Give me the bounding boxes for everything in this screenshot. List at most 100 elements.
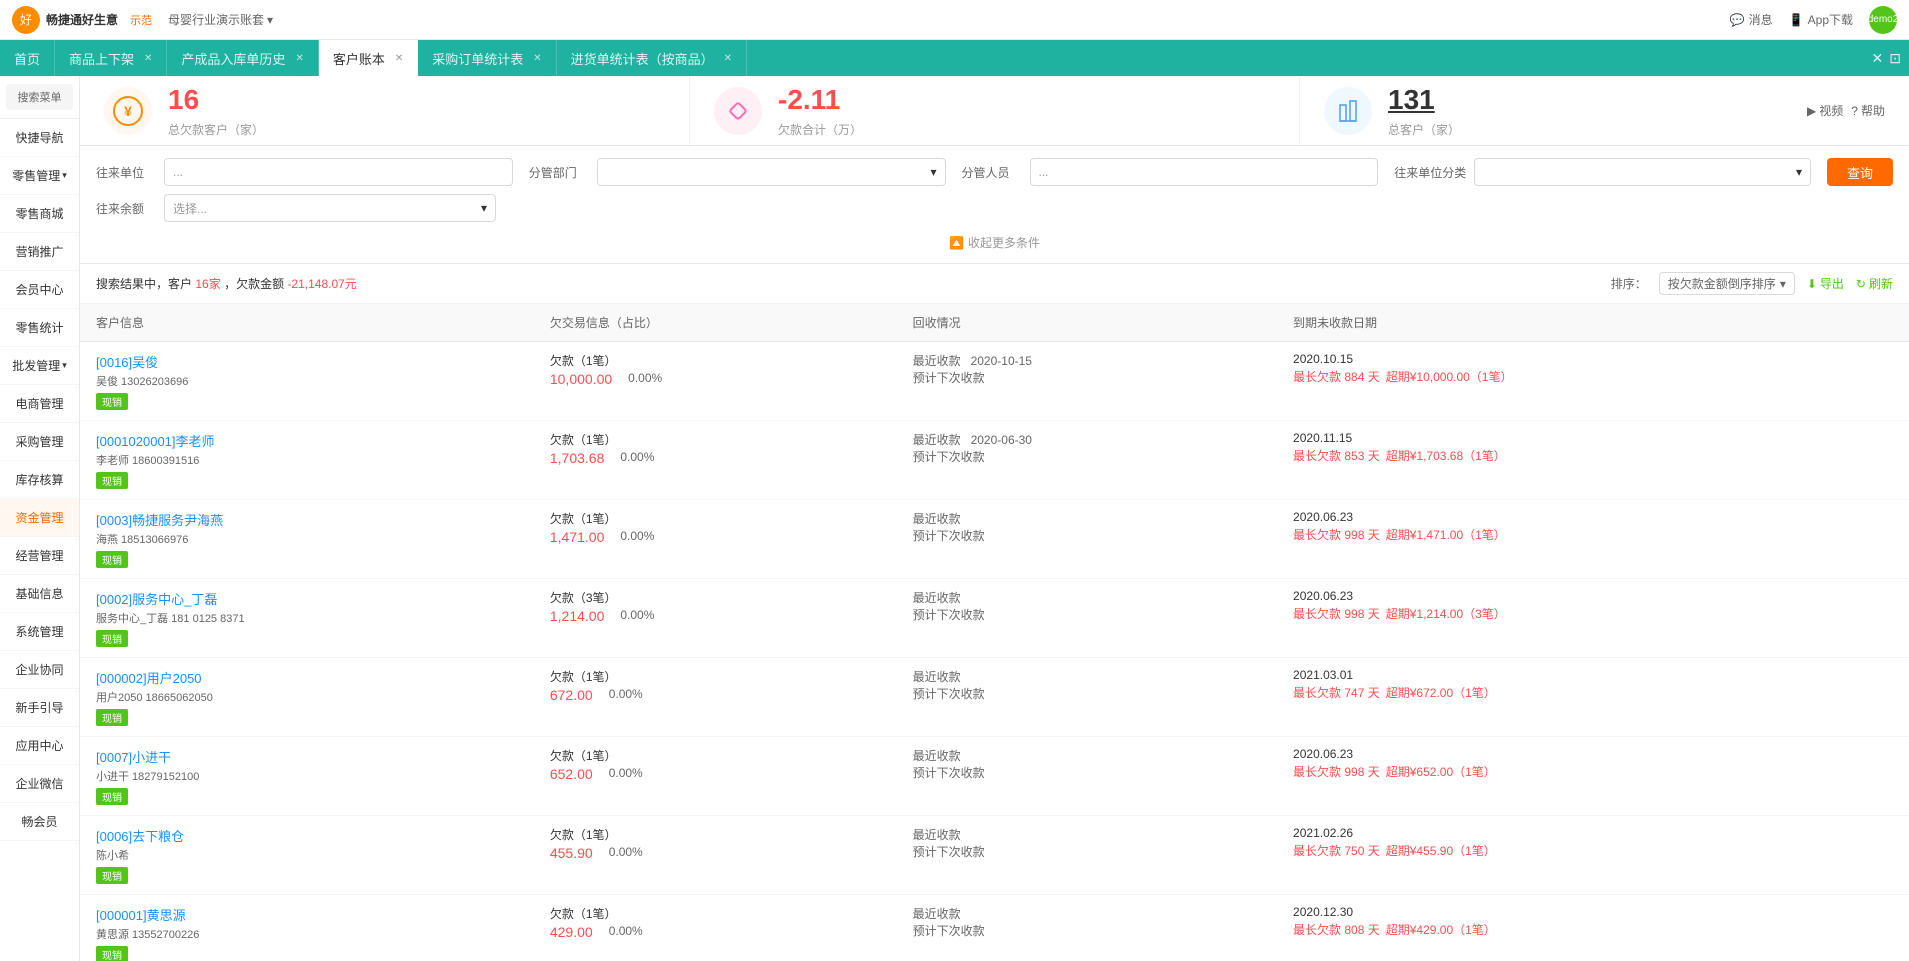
customer-tag: 现销 [96,630,128,647]
sort-select[interactable]: 按欠款金额倒序排序 ▾ [1659,272,1795,295]
overdue-amount-link[interactable]: 超期¥455.90（1笔） [1386,842,1496,859]
customer-tag: 现销 [96,788,128,805]
filter-unit-class: 往来单位分类 ▾ [1394,158,1811,186]
tab-customer-account[interactable]: 客户账本 ✕ [319,40,418,76]
debt-ratio: 0.00% [609,924,643,938]
overdue-amount-link[interactable]: 超期¥10,000.00（1笔） [1386,368,1513,385]
sidebar-item-retail-mall[interactable]: 零售商城 [0,195,79,233]
company-selector[interactable]: 母婴行业演示账套 ▾ [168,11,273,28]
overdue-days: 最长欠款 998 天 [1293,605,1380,622]
customer-name-link[interactable]: [0006]去下粮仓 [96,826,518,845]
help-icon: ? [1851,104,1858,118]
chevron-down-icon: ▾ [1780,277,1786,291]
customer-name-link[interactable]: [000001]黄思源 [96,905,518,924]
chevron-down-icon: ▾ [267,13,273,27]
next-collect: 预计下次收款 [913,448,1261,465]
refresh-btn[interactable]: ↻ 刷新 [1856,275,1893,292]
close-tab-production[interactable]: ✕ [295,53,303,64]
search-menu-btn[interactable]: 搜索菜单 [6,84,73,110]
overdue-amount-link[interactable]: 超期¥1,471.00（1笔） [1386,526,1506,543]
close-tab-products[interactable]: ✕ [144,53,152,64]
cell-customer-info: [0003]畅捷服务尹海燕 海燕 18513066976 现销 [80,500,534,579]
help-btn[interactable]: ? 帮助 [1851,102,1885,119]
customer-name-link[interactable]: [0016]吴俊 [96,352,518,371]
sidebar-item-retail-mgmt[interactable]: 零售管理 ▾ [0,157,79,195]
person-input[interactable]: ... [1030,158,1379,186]
cell-due-date: 2021.03.01 最长欠款 747 天 超期¥672.00（1笔） [1277,658,1909,737]
collapse-more-btn[interactable]: 🔼 收起更多条件 [96,230,1893,255]
query-button[interactable]: 查询 [1827,158,1893,186]
top-link[interactable]: 示范 [130,12,152,28]
debt-count: 欠款（1笔） [550,352,881,369]
sidebar-item-quick-nav[interactable]: 快捷导航 [0,119,79,157]
tab-home[interactable]: 首页 [0,40,55,76]
close-tab-inbound-stat[interactable]: ✕ [724,53,732,64]
logo-icon: 好 [12,6,40,34]
sidebar-item-membership[interactable]: 会员中心 [0,271,79,309]
customer-name-link[interactable]: [0003]畅捷服务尹海燕 [96,510,518,529]
video-btn[interactable]: ▶ 视频 [1807,102,1843,119]
export-btn[interactable]: ⬇ 导出 [1807,275,1844,292]
yuan-icon: ¥ [104,87,152,135]
user-menu[interactable]: demo2 [1869,6,1897,34]
overdue-days: 最长欠款 747 天 [1293,684,1380,701]
sidebar-item-vip[interactable]: 畅会员 [0,803,79,841]
due-date: 2020.11.15 [1293,431,1893,445]
source-unit-input[interactable]: ... [164,158,513,186]
cell-due-date: 2021.02.26 最长欠款 750 天 超期¥455.90（1笔） [1277,816,1909,895]
overdue-amount-link[interactable]: 超期¥672.00（1笔） [1386,684,1496,701]
customer-name-link[interactable]: [0001020001]李老师 [96,431,518,450]
customer-sub: 黄思源 13552700226 [96,926,518,942]
sidebar-item-purchase[interactable]: 采购管理 [0,423,79,461]
sidebar-item-finance[interactable]: 资金管理 [0,499,79,537]
app-download-btn[interactable]: 📱 App下载 [1789,11,1853,28]
building-icon [1324,87,1372,135]
last-collect: 最近收款 2020-10-15 [913,352,1261,369]
overdue-amount-link[interactable]: 超期¥1,703.68（1笔） [1386,447,1506,464]
table-row: [0003]畅捷服务尹海燕 海燕 18513066976 现销 欠款（1笔） 1… [80,500,1909,579]
tab-expand[interactable]: ⊡ [1889,50,1901,67]
unit-class-select[interactable]: ▾ [1474,158,1811,186]
summary-count: 16家 [195,277,220,291]
sidebar-item-app-center[interactable]: 应用中心 [0,727,79,765]
overdue-days: 最长欠款 750 天 [1293,842,1380,859]
tab-production[interactable]: 产成品入库单历史 ✕ [167,40,318,76]
customer-name-link[interactable]: [0002]服务中心_丁磊 [96,589,518,608]
tab-inbound-stat[interactable]: 进货单统计表（按商品） ✕ [557,40,747,76]
sidebar-item-ecommerce[interactable]: 电商管理 [0,385,79,423]
overdue-days: 最长欠款 998 天 [1293,526,1380,543]
customer-name-link[interactable]: [000002]用户2050 [96,668,518,687]
svg-text:¥: ¥ [124,103,132,119]
overdue-amount-link[interactable]: 超期¥652.00（1笔） [1386,763,1496,780]
due-date: 2021.03.01 [1293,668,1893,682]
message-btn[interactable]: 💬 消息 [1730,11,1773,28]
dept-select[interactable]: ▾ [597,158,946,186]
filter-row-1: 往来单位 ... 分管部门 ▾ 分管人员 ... [96,158,1893,186]
balance-select[interactable]: 选择... ▾ [164,194,496,222]
close-tab-purchase-order[interactable]: ✕ [533,53,541,64]
filter-balance: 往来余额 选择... ▾ [96,194,496,222]
debt-ratio: 0.00% [620,450,654,464]
cell-debt-info: 欠款（1笔） 455.90 0.00% [534,816,897,895]
overdue-amount-link[interactable]: 超期¥429.00（1笔） [1386,921,1496,938]
sidebar-item-marketing[interactable]: 营销推广 [0,233,79,271]
sidebar-item-retail-stat[interactable]: 零售统计 [0,309,79,347]
sidebar-item-sys-mgmt[interactable]: 系统管理 [0,613,79,651]
sidebar-item-batch-mgmt[interactable]: 批发管理 ▾ [0,347,79,385]
sidebar-item-newcomer[interactable]: 新手引导 [0,689,79,727]
sidebar-item-corp-wechat[interactable]: 企业微信 [0,765,79,803]
close-tab-customer-account[interactable]: ✕ [395,53,403,64]
sidebar-item-enterprise[interactable]: 企业协同 [0,651,79,689]
debt-amount: 455.90 [550,845,593,861]
cell-due-date: 2020.06.23 最长欠款 998 天 超期¥1,214.00（3笔） [1277,579,1909,658]
customer-tag: 现销 [96,393,128,410]
customer-name-link[interactable]: [0007]小进干 [96,747,518,766]
tab-products[interactable]: 商品上下架 ✕ [55,40,167,76]
tab-close-all[interactable]: ✕ [1872,50,1884,67]
tab-purchase-order[interactable]: 采购订单统计表 ✕ [418,40,556,76]
overdue-amount-link[interactable]: 超期¥1,214.00（3笔） [1386,605,1506,622]
sidebar-item-base-info[interactable]: 基础信息 [0,575,79,613]
sidebar-item-biz-mgmt[interactable]: 经营管理 [0,537,79,575]
chevron-down-icon: ▾ [62,360,67,371]
sidebar-item-inventory[interactable]: 库存核算 [0,461,79,499]
